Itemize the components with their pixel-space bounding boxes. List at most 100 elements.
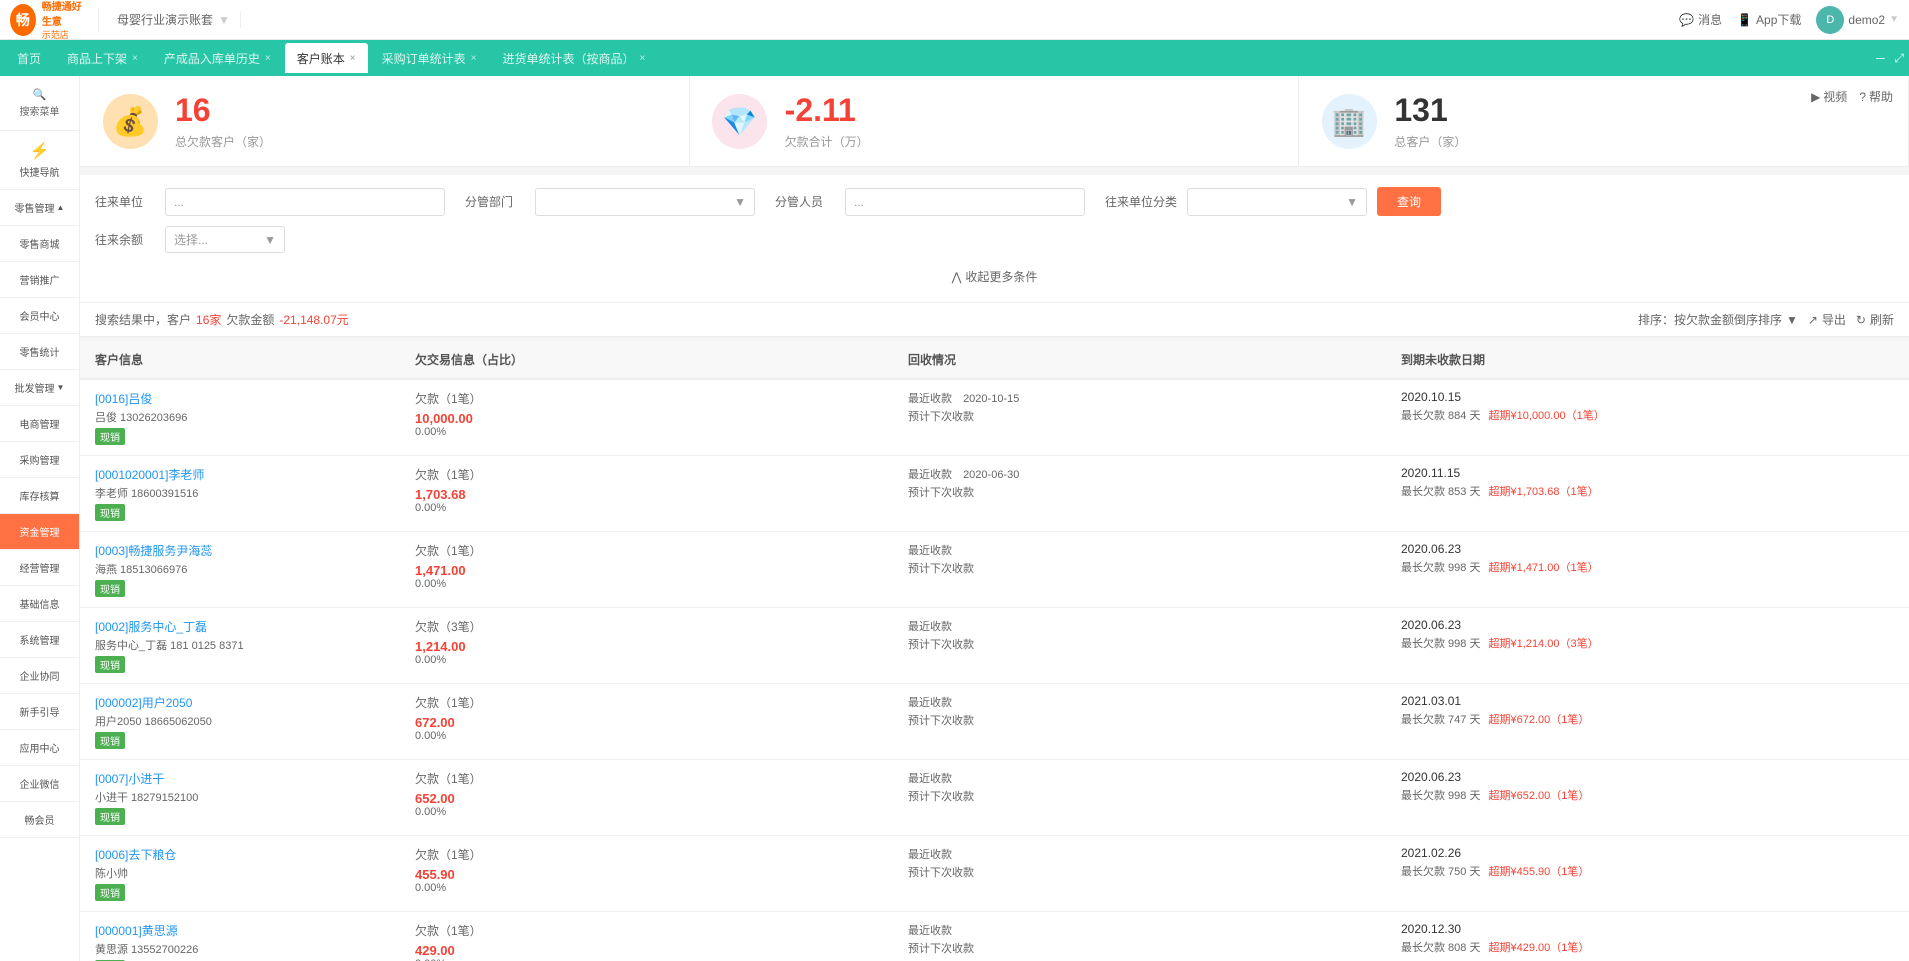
manager-input[interactable]: ... <box>845 188 1085 216</box>
col-recovery: 回收情况 <box>908 351 1401 368</box>
customer-name-link[interactable]: [0002]服务中心_丁磊 <box>95 618 415 635</box>
overdue-link[interactable]: 超期¥1,471.00（1笔） <box>1489 562 1599 574</box>
table-row: [0003]畅捷服务尹海蕊 海燕 18513066976 现销 欠款（1笔） 1… <box>80 532 1909 608</box>
recovery-cell: 最近收款 预计下次收款 <box>908 846 1401 882</box>
debt-total-info: -2.11 欠款合计（万） <box>785 92 1279 150</box>
logo-icon: 畅 <box>10 4 36 36</box>
sidebar-item-new-guide[interactable]: 新手引导 <box>0 694 79 730</box>
sidebar-item-retail-mgmt[interactable]: 零售管理 ▲ <box>0 190 79 226</box>
top-right-area: 💬 消息 📱 App下载 D demo2 ▼ <box>1679 6 1899 34</box>
video-btn[interactable]: ▶ 视频 <box>1811 88 1847 105</box>
mobile-icon: 📱 <box>1737 13 1752 27</box>
overdue-link[interactable]: 超期¥672.00（1笔） <box>1489 714 1590 726</box>
app-download-btn[interactable]: 📱 App下载 <box>1737 11 1801 28</box>
message-btn[interactable]: 💬 消息 <box>1679 11 1722 28</box>
tab-customer-account[interactable]: 客户账本 × <box>285 43 368 73</box>
search-icon: 🔍 <box>33 88 47 101</box>
chevron-down-icon: ▼ <box>264 233 276 247</box>
chevron-down-icon: ▼ <box>1889 14 1899 25</box>
sidebar-item-sys-mgmt[interactable]: 系统管理 <box>0 622 79 658</box>
tab-products-off[interactable]: 商品上下架 × <box>55 43 150 73</box>
source-unit-input[interactable]: ... <box>165 188 445 216</box>
stat-actions: ▶ 视频 ? 帮助 <box>1811 88 1893 105</box>
overdue-link[interactable]: 超期¥429.00（1笔） <box>1489 942 1590 954</box>
tab-home[interactable]: 首页 <box>5 43 53 73</box>
source-category-input[interactable]: ▼ <box>1187 188 1367 216</box>
export-btn[interactable]: ↗ 导出 <box>1808 311 1846 328</box>
sidebar-item-member-center[interactable]: 会员中心 <box>0 298 79 334</box>
table-row: [0016]吕俊 吕俊 13026203696 现销 欠款（1笔） 10,000… <box>80 380 1909 456</box>
overdue-link[interactable]: 超期¥1,703.68（1笔） <box>1489 486 1599 498</box>
col-debt-info: 欠交易信息（占比） <box>415 351 908 368</box>
customer-name-link[interactable]: [0003]畅捷服务尹海蕊 <box>95 542 415 559</box>
sidebar-item-ecommerce[interactable]: 电商管理 <box>0 406 79 442</box>
tab-expand-icon[interactable]: ⤢ <box>1894 51 1904 66</box>
chevron-icon: ▲ <box>57 203 65 212</box>
customer-name-link[interactable]: [000002]用户2050 <box>95 694 415 711</box>
tab-close-icon[interactable]: × <box>471 53 477 64</box>
chevron-up-icon: ⋀ <box>952 270 962 284</box>
tab-minimize-icon[interactable]: － <box>1874 50 1886 67</box>
col-customer-info: 客户信息 <box>95 351 415 368</box>
grid-icon: ⚡ <box>30 141 50 161</box>
refresh-icon: ↻ <box>1856 313 1866 327</box>
table-container: 客户信息 欠交易信息（占比） 回收情况 到期未收款日期 [0016]吕俊 吕俊 … <box>80 341 1909 961</box>
table-header: 客户信息 欠交易信息（占比） 回收情况 到期未收款日期 <box>80 341 1909 380</box>
sidebar-item-inventory[interactable]: 库存核算 <box>0 478 79 514</box>
sidebar-item-app-center[interactable]: 应用中心 <box>0 730 79 766</box>
search-menu-btn[interactable]: 🔍 搜索菜单 <box>5 84 74 122</box>
sidebar-item-retail-mall[interactable]: 零售商城 <box>0 226 79 262</box>
customer-name-link[interactable]: [0001020001]李老师 <box>95 466 415 483</box>
customer-cell: [0002]服务中心_丁磊 服务中心_丁磊 181 0125 8371 现销 <box>95 618 415 673</box>
sidebar-item-quick-nav[interactable]: ⚡ 快捷导航 <box>0 131 79 190</box>
sidebar-item-purchase-mgmt[interactable]: 采购管理 <box>0 442 79 478</box>
sidebar-item-capital-mgmt[interactable]: 资金管理 <box>0 514 79 550</box>
recovery-cell: 最近收款 预计下次收款 <box>908 922 1401 958</box>
customer-name-link[interactable]: [000001]黄思源 <box>95 922 415 939</box>
stat-debt-customers: 💰 16 总欠款客户（家） <box>80 76 690 166</box>
sidebar-item-retail-stats[interactable]: 零售统计 <box>0 334 79 370</box>
sidebar-item-marketing[interactable]: 营销推广 <box>0 262 79 298</box>
tab-close-icon[interactable]: × <box>132 53 138 64</box>
tab-purchase-summary[interactable]: 采购订单统计表 × <box>370 43 489 73</box>
customer-cell: [0007]小进干 小进干 18279152100 现销 <box>95 770 415 825</box>
sidebar-item-vip-member[interactable]: 畅会员 <box>0 802 79 838</box>
customer-name-link[interactable]: [0007]小进干 <box>95 770 415 787</box>
customer-cell: [0016]吕俊 吕俊 13026203696 现销 <box>95 390 415 445</box>
help-btn[interactable]: ? 帮助 <box>1859 88 1893 105</box>
overdue-link[interactable]: 超期¥1,214.00（3笔） <box>1489 638 1599 650</box>
debt-total-icon: 💎 <box>710 91 770 151</box>
due-date-cell: 2021.03.01 最长欠款 747 天 超期¥672.00（1笔） <box>1401 694 1894 727</box>
filter-row-2: 往来余额 选择... ▼ <box>95 226 1894 253</box>
search-button[interactable]: 查询 <box>1377 187 1441 216</box>
customer-name-link[interactable]: [0006]去下粮仓 <box>95 846 415 863</box>
dept-input[interactable]: ▼ <box>535 188 755 216</box>
sort-control[interactable]: 排序：按欠款金额倒序排序 ▼ <box>1638 311 1798 328</box>
collapse-btn[interactable]: ⋀ 收起更多条件 <box>95 263 1894 290</box>
filter-area: 往来单位 ... 分管部门 ▼ 分管人员 ... 往来单位分类 <box>80 175 1909 303</box>
tab-close-icon[interactable]: × <box>350 53 356 64</box>
balance-select[interactable]: 选择... ▼ <box>165 226 285 253</box>
refresh-btn[interactable]: ↻ 刷新 <box>1856 311 1894 328</box>
user-menu[interactable]: D demo2 ▼ <box>1816 6 1899 34</box>
sidebar-item-ops-mgmt[interactable]: 经营管理 <box>0 550 79 586</box>
sidebar-item-corp-collab[interactable]: 企业协同 <box>0 658 79 694</box>
sidebar-item-basic-info[interactable]: 基础信息 <box>0 586 79 622</box>
overdue-link[interactable]: 超期¥455.90（1笔） <box>1489 866 1590 878</box>
customer-name-link[interactable]: [0016]吕俊 <box>95 390 415 407</box>
debt-customers-icon: 💰 <box>100 91 160 151</box>
diamond-icon: 💎 <box>712 94 767 149</box>
stat-total-customers: 🏢 131 总客户（家） ▶ 视频 ? 帮助 <box>1299 76 1909 166</box>
tab-close-icon[interactable]: × <box>265 53 271 64</box>
overdue-link[interactable]: 超期¥652.00（1笔） <box>1489 790 1590 802</box>
tab-close-icon[interactable]: × <box>639 53 645 64</box>
company-selector[interactable]: 母婴行业演示账套 ▼ <box>107 11 241 28</box>
tab-stock-summary[interactable]: 进货单统计表（按商品） × <box>490 43 657 73</box>
sidebar-item-corp-wechat[interactable]: 企业微信 <box>0 766 79 802</box>
recovery-cell: 最近收款 2020-06-30 预计下次收款 <box>908 466 1401 502</box>
help-icon: ? <box>1859 90 1866 104</box>
tab-product-history[interactable]: 产成品入库单历史 × <box>152 43 283 73</box>
recovery-cell: 最近收款 2020-10-15 预计下次收款 <box>908 390 1401 426</box>
overdue-link[interactable]: 超期¥10,000.00（1笔） <box>1489 410 1605 422</box>
sidebar-item-batch-mgmt[interactable]: 批发管理 ▼ <box>0 370 79 406</box>
